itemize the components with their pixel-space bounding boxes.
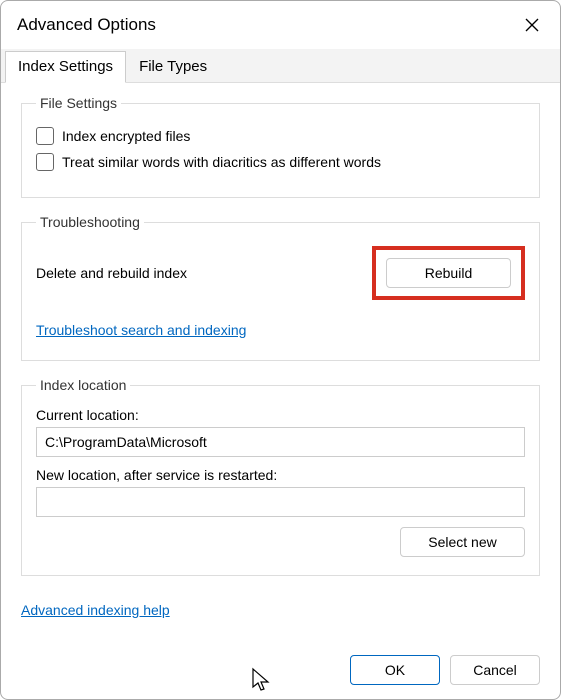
index-encrypted-checkbox[interactable]	[36, 127, 54, 145]
cursor-icon	[251, 667, 271, 693]
window-title: Advanced Options	[17, 15, 156, 35]
troubleshoot-link[interactable]: Troubleshoot search and indexing	[36, 322, 246, 338]
file-settings-group: File Settings Index encrypted files Trea…	[21, 95, 540, 198]
tab-strip: Index Settings File Types	[1, 49, 560, 83]
index-location-group: Index location Current location: C:\Prog…	[21, 377, 540, 576]
diacritics-label: Treat similar words with diacritics as d…	[62, 154, 381, 170]
index-encrypted-label: Index encrypted files	[62, 128, 190, 144]
new-location-field[interactable]	[36, 487, 525, 517]
rebuild-button[interactable]: Rebuild	[386, 258, 511, 288]
troubleshooting-group: Troubleshooting Delete and rebuild index…	[21, 214, 540, 361]
close-button[interactable]	[516, 9, 548, 41]
ok-button[interactable]: OK	[350, 655, 440, 685]
delete-rebuild-label: Delete and rebuild index	[36, 265, 187, 281]
troubleshooting-legend: Troubleshooting	[36, 214, 144, 230]
file-settings-legend: File Settings	[36, 95, 121, 111]
index-location-legend: Index location	[36, 377, 130, 393]
cancel-button[interactable]: Cancel	[450, 655, 540, 685]
rebuild-highlight: Rebuild	[372, 246, 525, 300]
current-location-field[interactable]: C:\ProgramData\Microsoft	[36, 427, 525, 457]
current-location-label: Current location:	[36, 407, 525, 423]
advanced-indexing-help-link[interactable]: Advanced indexing help	[21, 602, 170, 618]
new-location-label: New location, after service is restarted…	[36, 467, 525, 483]
close-icon	[525, 18, 539, 32]
tab-file-types[interactable]: File Types	[126, 51, 220, 82]
tab-index-settings[interactable]: Index Settings	[5, 51, 126, 83]
select-new-button[interactable]: Select new	[400, 527, 525, 557]
diacritics-checkbox[interactable]	[36, 153, 54, 171]
